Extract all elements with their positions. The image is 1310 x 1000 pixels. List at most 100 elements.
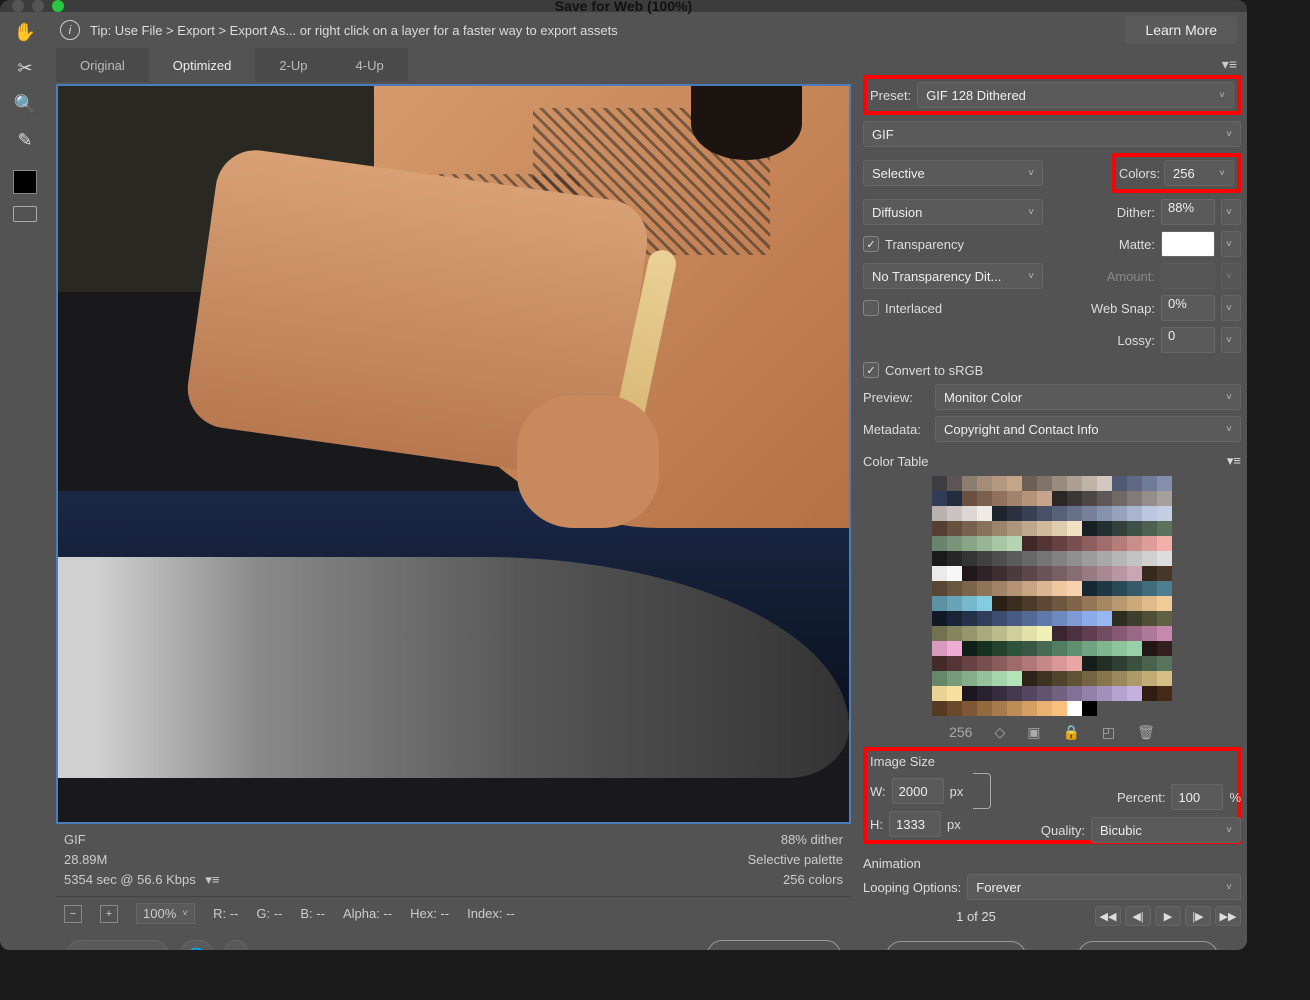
color-swatch-cell[interactable]: [1127, 626, 1142, 641]
color-swatch-cell[interactable]: [1142, 671, 1157, 686]
color-swatch-cell[interactable]: [1052, 641, 1067, 656]
color-swatch-cell[interactable]: [1067, 491, 1082, 506]
color-swatch-cell[interactable]: [1007, 536, 1022, 551]
save-button[interactable]: Save...: [707, 940, 841, 950]
color-swatch-cell[interactable]: [1022, 596, 1037, 611]
color-swatch-cell[interactable]: [947, 476, 962, 491]
color-swatch-cell[interactable]: [1097, 611, 1112, 626]
metadata-select[interactable]: Copyright and Contact Info˅: [935, 416, 1241, 442]
convert-srgb-checkbox[interactable]: [863, 362, 879, 378]
color-swatch-cell[interactable]: [947, 611, 962, 626]
color-swatch-cell[interactable]: [1052, 491, 1067, 506]
color-swatch-cell[interactable]: [1112, 506, 1127, 521]
color-swatch-cell[interactable]: [977, 611, 992, 626]
color-swatch-cell[interactable]: [962, 566, 977, 581]
color-swatch-cell[interactable]: [1112, 491, 1127, 506]
link-dimensions-icon[interactable]: [973, 773, 991, 809]
color-swatch-cell[interactable]: [1142, 476, 1157, 491]
color-swatch-cell[interactable]: [992, 686, 1007, 701]
color-swatch-cell[interactable]: [1097, 536, 1112, 551]
looping-select[interactable]: Forever˅: [967, 874, 1241, 900]
color-swatch-cell[interactable]: [1097, 506, 1112, 521]
color-swatch-cell[interactable]: [962, 491, 977, 506]
transparency-checkbox[interactable]: [863, 236, 879, 252]
color-swatch-cell[interactable]: [1037, 671, 1052, 686]
color-table-grid[interactable]: [932, 476, 1172, 716]
color-swatch-cell[interactable]: [1127, 671, 1142, 686]
color-table-menu-icon[interactable]: ▾≡: [1227, 453, 1241, 469]
color-swatch-cell[interactable]: [1097, 656, 1112, 671]
color-swatch-cell[interactable]: [1007, 701, 1022, 716]
websnap-stepper[interactable]: ˅: [1221, 295, 1241, 321]
zoom-select[interactable]: 100%˅: [136, 903, 195, 924]
color-swatch-cell[interactable]: [1112, 581, 1127, 596]
color-swatch-cell[interactable]: [977, 506, 992, 521]
color-swatch-cell[interactable]: [947, 641, 962, 656]
color-swatch-cell[interactable]: [1052, 596, 1067, 611]
color-swatch-cell[interactable]: [1007, 476, 1022, 491]
color-swatch-cell[interactable]: [1052, 536, 1067, 551]
color-swatch-cell[interactable]: [1127, 536, 1142, 551]
color-swatch-cell[interactable]: [1022, 566, 1037, 581]
color-swatch-cell[interactable]: [977, 566, 992, 581]
color-swatch-cell[interactable]: [962, 671, 977, 686]
tab-optimized[interactable]: Optimized: [149, 48, 256, 82]
color-swatch-cell[interactable]: [1157, 686, 1172, 701]
color-swatch-cell[interactable]: [947, 566, 962, 581]
color-swatch-cell[interactable]: [1127, 521, 1142, 536]
color-swatch-cell[interactable]: [1067, 701, 1082, 716]
browser-preview-icon[interactable]: 🌐: [179, 940, 214, 951]
color-swatch-cell[interactable]: [1157, 551, 1172, 566]
color-swatch-cell[interactable]: [1037, 656, 1052, 671]
color-swatch-cell[interactable]: [1097, 566, 1112, 581]
color-swatch-cell[interactable]: [932, 656, 947, 671]
color-swatch-cell[interactable]: [1082, 701, 1097, 716]
color-swatch-cell[interactable]: [1007, 491, 1022, 506]
color-swatch-cell[interactable]: [977, 641, 992, 656]
color-swatch-cell[interactable]: [1022, 551, 1037, 566]
color-swatch-cell[interactable]: [1037, 536, 1052, 551]
reduction-select[interactable]: Selective˅: [863, 160, 1043, 186]
color-swatch-cell[interactable]: [932, 551, 947, 566]
color-swatch-cell[interactable]: [932, 476, 947, 491]
transparency-dither-select[interactable]: No Transparency Dit...˅: [863, 263, 1043, 289]
tab-original[interactable]: Original: [56, 48, 149, 82]
color-swatch-cell[interactable]: [1127, 641, 1142, 656]
color-swatch-cell[interactable]: [1067, 521, 1082, 536]
color-swatch-cell[interactable]: [1067, 671, 1082, 686]
color-swatch-cell[interactable]: [932, 596, 947, 611]
dither-input[interactable]: 88%: [1161, 199, 1215, 225]
color-swatch-cell[interactable]: [1067, 476, 1082, 491]
color-swatch-cell[interactable]: [1142, 611, 1157, 626]
color-swatch-cell[interactable]: [1112, 566, 1127, 581]
color-swatch-cell[interactable]: [1007, 656, 1022, 671]
color-swatch-cell[interactable]: [947, 626, 962, 641]
color-swatch-cell[interactable]: [977, 551, 992, 566]
color-swatch-cell[interactable]: [1007, 671, 1022, 686]
color-swatch-cell[interactable]: [1007, 611, 1022, 626]
image-preview[interactable]: [56, 84, 851, 824]
color-swatch-cell[interactable]: [1142, 596, 1157, 611]
ct-trash-icon[interactable]: 🗑: [1137, 724, 1155, 741]
color-swatch-cell[interactable]: [1052, 551, 1067, 566]
color-swatch-cell[interactable]: [977, 476, 992, 491]
color-swatch-cell[interactable]: [992, 506, 1007, 521]
color-swatch-cell[interactable]: [1022, 581, 1037, 596]
color-swatch-cell[interactable]: [1067, 596, 1082, 611]
color-swatch-cell[interactable]: [1127, 491, 1142, 506]
color-swatch-cell[interactable]: [1127, 566, 1142, 581]
color-swatch-cell[interactable]: [1067, 611, 1082, 626]
color-swatch-cell[interactable]: [947, 581, 962, 596]
color-swatch-cell[interactable]: [1097, 551, 1112, 566]
panel-menu-icon[interactable]: ▾≡: [1218, 54, 1241, 75]
ct-lock-icon[interactable]: 🔒: [1062, 724, 1079, 741]
learn-more-button[interactable]: Learn More: [1125, 16, 1237, 44]
color-swatch-cell[interactable]: [1022, 521, 1037, 536]
color-swatch-cell[interactable]: [992, 656, 1007, 671]
color-swatch-cell[interactable]: [1157, 521, 1172, 536]
tab-4up[interactable]: 4-Up: [332, 48, 408, 82]
color-swatch-cell[interactable]: [1112, 521, 1127, 536]
color-swatch-cell[interactable]: [1037, 686, 1052, 701]
color-swatch-cell[interactable]: [1052, 701, 1067, 716]
interlaced-checkbox[interactable]: [863, 300, 879, 316]
